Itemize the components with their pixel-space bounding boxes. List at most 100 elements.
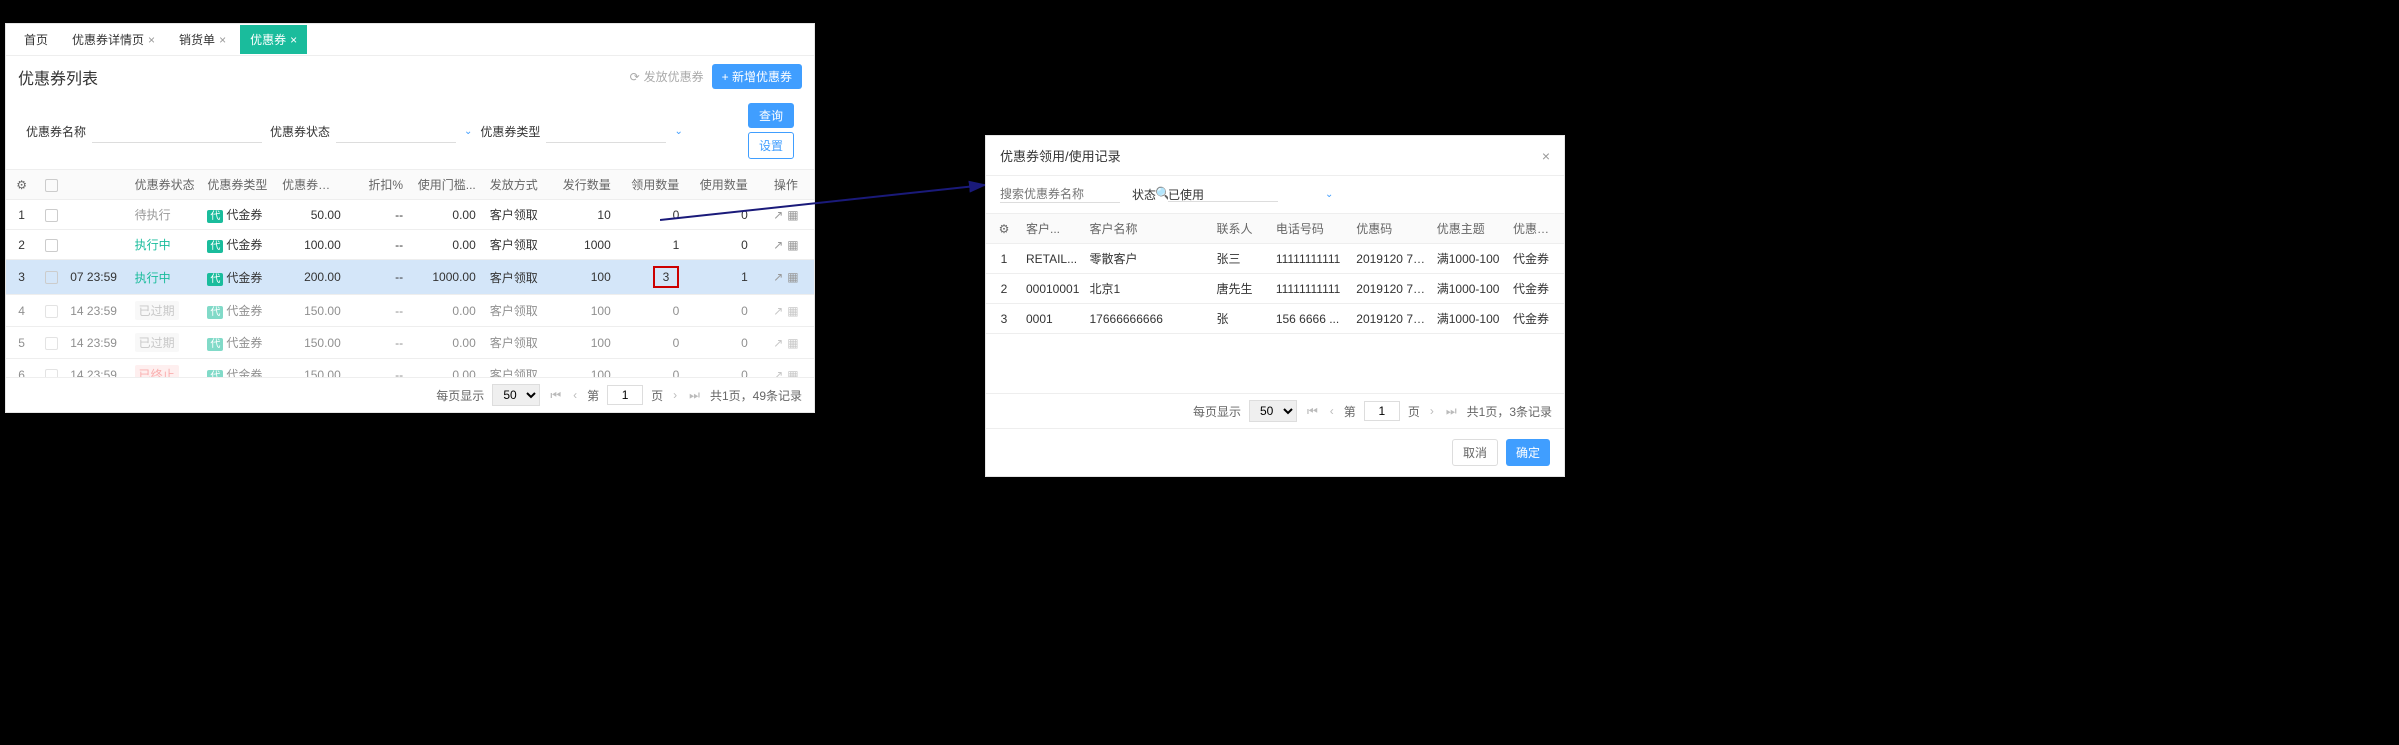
status-badge: 已过期 <box>135 333 179 352</box>
first-page-button[interactable]: ⏮ <box>1305 404 1320 419</box>
tab-home[interactable]: 首页 <box>14 25 58 54</box>
modal-status-select[interactable] <box>1168 187 1323 201</box>
tab-coupon[interactable]: 优惠券× <box>240 25 307 54</box>
filter-name-label: 优惠券名称 <box>26 123 86 140</box>
close-icon[interactable]: × <box>148 33 155 47</box>
external-link-icon[interactable]: ↗ <box>773 368 783 378</box>
col-claim-qty[interactable]: 领用数量 <box>621 170 690 200</box>
issue-coupon-button[interactable]: ⟳ 发放优惠券 <box>630 68 704 85</box>
table-row[interactable]: 414 23:59已过期代代金券150.00--0.00客户领取10000↗▦ <box>6 295 814 327</box>
col-issue-qty[interactable]: 发行数量 <box>552 170 621 200</box>
next-page-button[interactable]: › <box>671 388 679 402</box>
ok-button[interactable]: 确定 <box>1506 439 1550 466</box>
modal-status-label: 状态 <box>1132 186 1156 203</box>
cancel-button[interactable]: 取消 <box>1452 439 1498 466</box>
col-action: 操作 <box>758 170 814 200</box>
col-status[interactable]: 优惠券状态 <box>131 170 204 200</box>
table-row[interactable]: 3000117666666666张156 6666 ...2019120 70.… <box>986 304 1564 334</box>
external-link-icon[interactable]: ↗ <box>773 238 783 252</box>
filter-status-select[interactable] <box>336 120 456 143</box>
col-face[interactable]: 优惠券面值 <box>278 170 351 200</box>
row-checkbox[interactable] <box>45 209 58 222</box>
perpage-label: 每页显示 <box>436 387 484 404</box>
table-row[interactable]: 614 23:59已终止代代金券150.00--0.00客户领取10000↗▦ <box>6 359 814 378</box>
qrcode-icon[interactable]: ▦ <box>787 304 798 318</box>
col-phone[interactable]: 电话号码 <box>1272 214 1352 244</box>
pager: 每页显示 50 ⏮ ‹ 第 页 › ⏭ 共1页，49条记录 <box>6 377 814 412</box>
row-checkbox[interactable] <box>45 239 58 252</box>
table-row[interactable]: 200010001北京1唐先生111111111112019120 70...满… <box>986 274 1564 304</box>
gear-icon[interactable]: ⚙ <box>15 178 29 192</box>
filter-type-select[interactable] <box>546 120 666 143</box>
table-row[interactable]: 307 23:59执行中代代金券200.00--1000.00客户领取10031… <box>6 260 814 295</box>
col-type[interactable]: 优惠券类型 <box>203 170 278 200</box>
status-badge: 执行中 <box>135 269 171 286</box>
tab-sales-order[interactable]: 销货单× <box>169 25 236 54</box>
col-code[interactable]: 优惠码 <box>1352 214 1432 244</box>
select-all-checkbox[interactable] <box>45 179 58 192</box>
filter-name-input[interactable] <box>92 120 262 143</box>
col-customer[interactable]: 客户... <box>1022 214 1086 244</box>
close-icon[interactable]: × <box>219 33 226 47</box>
last-page-button[interactable]: ⏭ <box>687 388 702 403</box>
col-type[interactable]: 优惠券类 <box>1509 214 1564 244</box>
filter-status-label: 优惠券状态 <box>270 123 330 140</box>
status-badge: 已过期 <box>135 301 179 320</box>
chevron-down-icon: ⌄ <box>464 126 472 137</box>
col-discount[interactable]: 折扣% <box>351 170 413 200</box>
gear-icon[interactable]: ⚙ <box>997 222 1011 236</box>
table-row[interactable]: 2执行中代代金券100.00--0.00客户领取100010↗▦ <box>6 230 814 260</box>
qrcode-icon[interactable]: ▦ <box>787 208 798 222</box>
external-link-icon[interactable]: ↗ <box>773 208 783 222</box>
col-customer-name[interactable]: 客户名称 <box>1086 214 1213 244</box>
status-badge: 已终止 <box>135 365 179 377</box>
table-row[interactable]: 1待执行代代金券50.00--0.00客户领取1000↗▦ <box>6 200 814 230</box>
external-link-icon[interactable]: ↗ <box>773 336 783 350</box>
voucher-icon: 代 <box>207 338 223 351</box>
col-threshold[interactable]: 使用门槛... <box>413 170 486 200</box>
status-badge: 待执行 <box>135 206 171 223</box>
prev-page-button[interactable]: ‹ <box>1328 404 1336 418</box>
col-method[interactable]: 发放方式 <box>486 170 552 200</box>
tab-coupon-detail[interactable]: 优惠券详情页× <box>62 25 165 54</box>
row-checkbox[interactable] <box>45 305 58 318</box>
voucher-icon: 代 <box>207 240 223 253</box>
last-page-button[interactable]: ⏭ <box>1444 404 1459 419</box>
chevron-down-icon: ⌄ <box>1325 189 1333 200</box>
chevron-down-icon: ⌄ <box>674 126 682 137</box>
close-icon[interactable]: × <box>290 33 297 47</box>
voucher-icon: 代 <box>207 306 223 319</box>
add-coupon-button[interactable]: + 新增优惠券 <box>712 64 802 89</box>
external-link-icon[interactable]: ↗ <box>773 304 783 318</box>
table-row[interactable]: 1RETAIL...零散客户张三111111111112019120 70...… <box>986 244 1564 274</box>
col-contact[interactable]: 联系人 <box>1213 214 1272 244</box>
external-link-icon[interactable]: ↗ <box>773 270 783 284</box>
usage-record-table: ⚙ 客户... 客户名称 联系人 电话号码 优惠码 优惠主题 优惠券类 1RET… <box>986 214 1564 334</box>
table-header-row: ⚙ 优惠券状态 优惠券类型 优惠券面值 折扣% 使用门槛... 发放方式 发行数… <box>6 170 814 200</box>
qrcode-icon[interactable]: ▦ <box>787 270 798 284</box>
close-icon[interactable]: × <box>1542 148 1550 164</box>
prev-page-button[interactable]: ‹ <box>571 388 579 402</box>
page-input[interactable] <box>1364 401 1400 421</box>
next-page-button[interactable]: › <box>1428 404 1436 418</box>
claim-count-link[interactable]: 3 <box>653 266 680 288</box>
first-page-button[interactable]: ⏮ <box>548 388 563 403</box>
col-use-qty[interactable]: 使用数量 <box>689 170 758 200</box>
table-row[interactable]: 514 23:59已过期代代金券150.00--0.00客户领取10000↗▦ <box>6 327 814 359</box>
row-checkbox[interactable] <box>45 369 58 377</box>
row-checkbox[interactable] <box>45 271 58 284</box>
qrcode-icon[interactable]: ▦ <box>787 336 798 350</box>
row-checkbox[interactable] <box>45 337 58 350</box>
col-subject[interactable]: 优惠主题 <box>1433 214 1509 244</box>
page-input[interactable] <box>607 385 643 405</box>
coupon-list-panel: 首页 优惠券详情页× 销货单× 优惠券× 优惠券列表 ⟳ 发放优惠券 + 新增优… <box>5 23 815 413</box>
search-button[interactable]: 查询 <box>748 103 794 128</box>
perpage-select[interactable]: 50 <box>1249 400 1297 422</box>
voucher-icon: 代 <box>207 370 223 377</box>
qrcode-icon[interactable]: ▦ <box>787 238 798 252</box>
settings-button[interactable]: 设置 <box>748 132 794 159</box>
perpage-select[interactable]: 50 <box>492 384 540 406</box>
pager-summary: 共1页，3条记录 <box>1467 403 1552 420</box>
qrcode-icon[interactable]: ▦ <box>787 368 798 378</box>
filter-bar: 优惠券名称 优惠券状态 ⌄ 优惠券类型 ⌄ 查询 设置 <box>6 97 814 169</box>
